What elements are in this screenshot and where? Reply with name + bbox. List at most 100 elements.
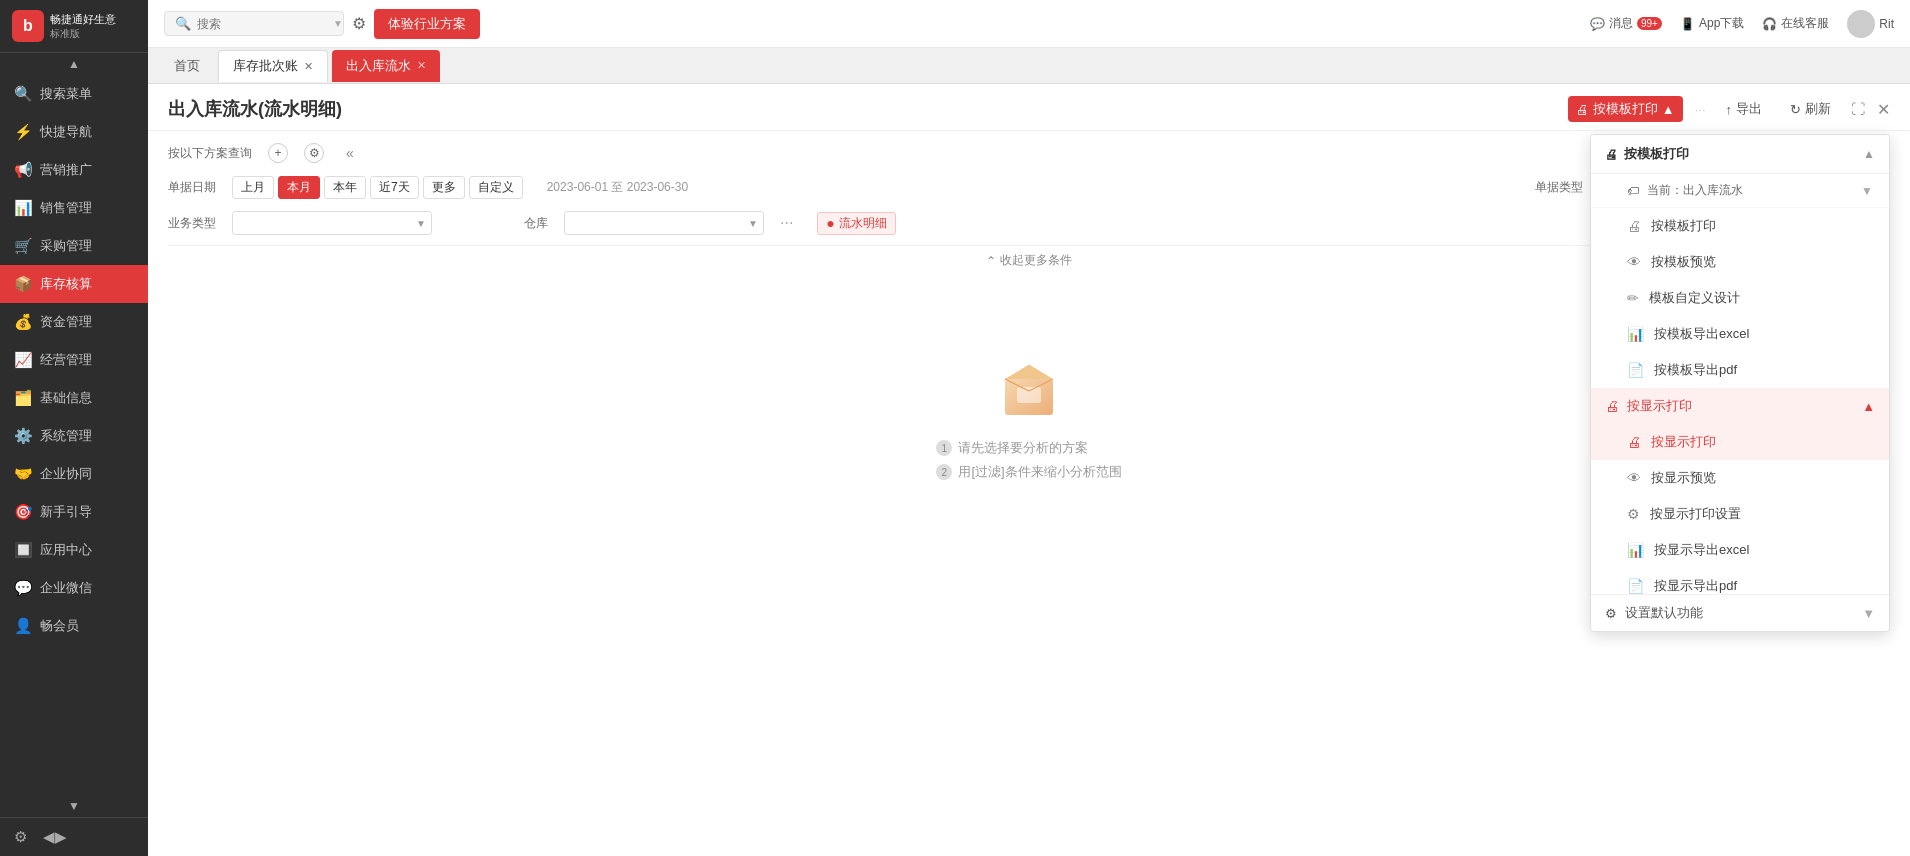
expand-icon[interactable]: ⛶ <box>1851 101 1865 117</box>
dp-group-header-display[interactable]: 🖨 按显示打印 ▲ <box>1591 388 1889 424</box>
tab-home[interactable]: 首页 <box>160 50 214 82</box>
dp-group-left: 🖨 按显示打印 <box>1605 397 1692 415</box>
sidebar-item-basics[interactable]: 🗂️ 基础信息 <box>0 379 148 417</box>
export-button[interactable]: ↑ 导出 <box>1718 96 1771 122</box>
sidebar-scroll-down[interactable]: ▼ <box>0 795 148 817</box>
date-this-year[interactable]: 本年 <box>324 176 366 199</box>
date-label: 单据日期 <box>168 179 216 196</box>
excel-icon: 📊 <box>1627 326 1644 342</box>
svg-marker-1 <box>1005 365 1053 379</box>
dp-item-display-preview[interactable]: 👁 按显示预览 <box>1591 460 1889 496</box>
sidebar-item-newbie[interactable]: 🎯 新手引导 <box>0 493 148 531</box>
print-template-button[interactable]: 🖨 按模板打印 ▲ <box>1568 96 1683 122</box>
dp-item-display-print[interactable]: 🖨 按显示打印 <box>1591 424 1889 460</box>
sidebar-item-label: 新手引导 <box>40 503 92 521</box>
user-avatar-item[interactable]: Rit <box>1847 10 1894 38</box>
filter-tag: ● 流水明细 <box>817 212 895 235</box>
dp-item-template-custom[interactable]: ✏ 模板自定义设计 <box>1591 280 1889 316</box>
warehouse-label: 仓库 <box>524 215 548 232</box>
filter-add-button[interactable]: + <box>268 143 288 163</box>
phone-icon: 📱 <box>1680 17 1695 31</box>
sidebar-item-appcenter[interactable]: 🔲 应用中心 <box>0 531 148 569</box>
dropdown-arrow-icon: ▼ <box>333 18 343 29</box>
tab-flow-close[interactable]: ✕ <box>417 59 426 72</box>
printer-icon-dp: 🖨 <box>1605 147 1618 162</box>
date-last7[interactable]: 近7天 <box>370 176 419 199</box>
chevron-up-icon: ▲ <box>1662 102 1675 117</box>
sidebar-item-cooperation[interactable]: 🤝 企业协同 <box>0 455 148 493</box>
topbar-right: 💬 消息 99+ 📱 App下载 🎧 在线客服 Rit <box>1590 10 1894 38</box>
search-input[interactable] <box>197 17 327 31</box>
sidebar-item-label: 搜索菜单 <box>40 85 92 103</box>
warehouse-more-button[interactable]: ··· <box>780 214 793 232</box>
dp-item-template-pdf[interactable]: 📄 按模板导出pdf <box>1591 352 1889 388</box>
dp-footer[interactable]: ⚙ 设置默认功能 ▼ <box>1591 594 1889 631</box>
dp-footer-chevron-icon: ▼ <box>1862 606 1875 621</box>
sidebar-item-shortcut[interactable]: ⚡ 快捷导航 <box>0 113 148 151</box>
sidebar-item-finance[interactable]: 💰 资金管理 <box>0 303 148 341</box>
member-icon: 👤 <box>14 617 32 635</box>
sidebar-settings-icon[interactable]: ⚙ <box>14 828 27 846</box>
filter-tag-icon: ● <box>826 215 834 231</box>
newbie-icon: 🎯 <box>14 503 32 521</box>
sidebar-item-member[interactable]: 👤 畅会员 <box>0 607 148 645</box>
inventory-icon: 📦 <box>14 275 32 293</box>
dp-item-template-preview[interactable]: 👁 按模板预览 <box>1591 244 1889 280</box>
dp-item-template-excel[interactable]: 📊 按模板导出excel <box>1591 316 1889 352</box>
basics-icon: 🗂️ <box>14 389 32 407</box>
display-pdf-icon: 📄 <box>1627 578 1644 594</box>
app-download-item[interactable]: 📱 App下载 <box>1680 15 1744 32</box>
sidebar-item-marketing[interactable]: 📢 营销推广 <box>0 151 148 189</box>
sidebar-item-wechat[interactable]: 💬 企业微信 <box>0 569 148 607</box>
sidebar-item-sales[interactable]: 📊 销售管理 <box>0 189 148 227</box>
empty-tip-1: 1 请先选择要分析的方案 <box>936 439 1121 457</box>
dp-collapse-icon[interactable]: ▲ <box>1863 147 1875 161</box>
display-excel-icon: 📊 <box>1627 542 1644 558</box>
sidebar-item-purchase[interactable]: 🛒 采购管理 <box>0 227 148 265</box>
sidebar-item-search[interactable]: 🔍 搜索菜单 <box>0 75 148 113</box>
dp-item-display-excel[interactable]: 📊 按显示导出excel <box>1591 532 1889 568</box>
message-item[interactable]: 💬 消息 99+ <box>1590 15 1662 32</box>
sidebar-item-label: 营销推广 <box>40 161 92 179</box>
sidebar-item-label: 系统管理 <box>40 427 92 445</box>
page-header: 出入库流水(流水明细) 🖨 按模板打印 ▲ ··· ↑ 导出 ↻ 刷新 ⛶ ✕ <box>148 84 1910 131</box>
sidebar-scroll-up[interactable]: ▲ <box>0 53 148 75</box>
sidebar-item-inventory[interactable]: 📦 库存核算 <box>0 265 148 303</box>
sales-icon: 📊 <box>14 199 32 217</box>
sidebar-item-label: 企业微信 <box>40 579 92 597</box>
gear-icon[interactable]: ⚙ <box>352 14 366 33</box>
current-chevron-icon: ▼ <box>1861 184 1873 198</box>
date-last-month[interactable]: 上月 <box>232 176 274 199</box>
sidebar-item-label: 库存核算 <box>40 275 92 293</box>
dp-item-display-pdf[interactable]: 📄 按显示导出pdf <box>1591 568 1889 594</box>
close-icon[interactable]: ✕ <box>1877 100 1890 119</box>
finance-icon: 💰 <box>14 313 32 331</box>
dp-footer-left: ⚙ 设置默认功能 <box>1605 604 1703 622</box>
filter-collapse-button[interactable]: « <box>340 143 360 163</box>
svg-rect-2 <box>1017 387 1041 403</box>
sidebar-item-operations[interactable]: 📈 经营管理 <box>0 341 148 379</box>
dp-item-template-print[interactable]: 🖨 按模板打印 <box>1591 208 1889 244</box>
refresh-button[interactable]: ↻ 刷新 <box>1782 96 1839 122</box>
dp-header: 🖨 按模板打印 ▲ <box>1591 135 1889 174</box>
design-icon: ✏ <box>1627 290 1639 306</box>
warehouse-select[interactable] <box>564 211 764 235</box>
online-service-item[interactable]: 🎧 在线客服 <box>1762 15 1829 32</box>
biz-type-select[interactable] <box>232 211 432 235</box>
tab-bar: 首页 库存批次账 ✕ 出入库流水 ✕ <box>148 48 1910 84</box>
search-box[interactable]: 🔍 ▼ <box>164 11 344 36</box>
industry-solution-button[interactable]: 体验行业方案 <box>374 9 480 39</box>
date-custom[interactable]: 自定义 <box>469 176 523 199</box>
sidebar-item-system[interactable]: ⚙️ 系统管理 <box>0 417 148 455</box>
filter-settings-button[interactable]: ⚙ <box>304 143 324 163</box>
dp-item-display-settings[interactable]: ⚙ 按显示打印设置 <box>1591 496 1889 532</box>
date-this-month[interactable]: 本月 <box>278 176 320 199</box>
tab-batch[interactable]: 库存批次账 ✕ <box>218 50 328 82</box>
sidebar-nav: 🔍 搜索菜单 ⚡ 快捷导航 📢 营销推广 📊 销售管理 🛒 采购管理 📦 库存核… <box>0 75 148 795</box>
logo-icon: b <box>12 10 44 42</box>
date-more[interactable]: 更多 <box>423 176 465 199</box>
tab-batch-close[interactable]: ✕ <box>304 60 313 73</box>
sidebar-collapse-icon[interactable]: ◀▶ <box>43 828 67 846</box>
dp-scroll: 🏷 当前：出入库流水 ▼ 🖨 按模板打印 👁 按模板预览 ✏ 模板自定义设计 <box>1591 174 1889 594</box>
tab-flow[interactable]: 出入库流水 ✕ <box>332 50 440 82</box>
